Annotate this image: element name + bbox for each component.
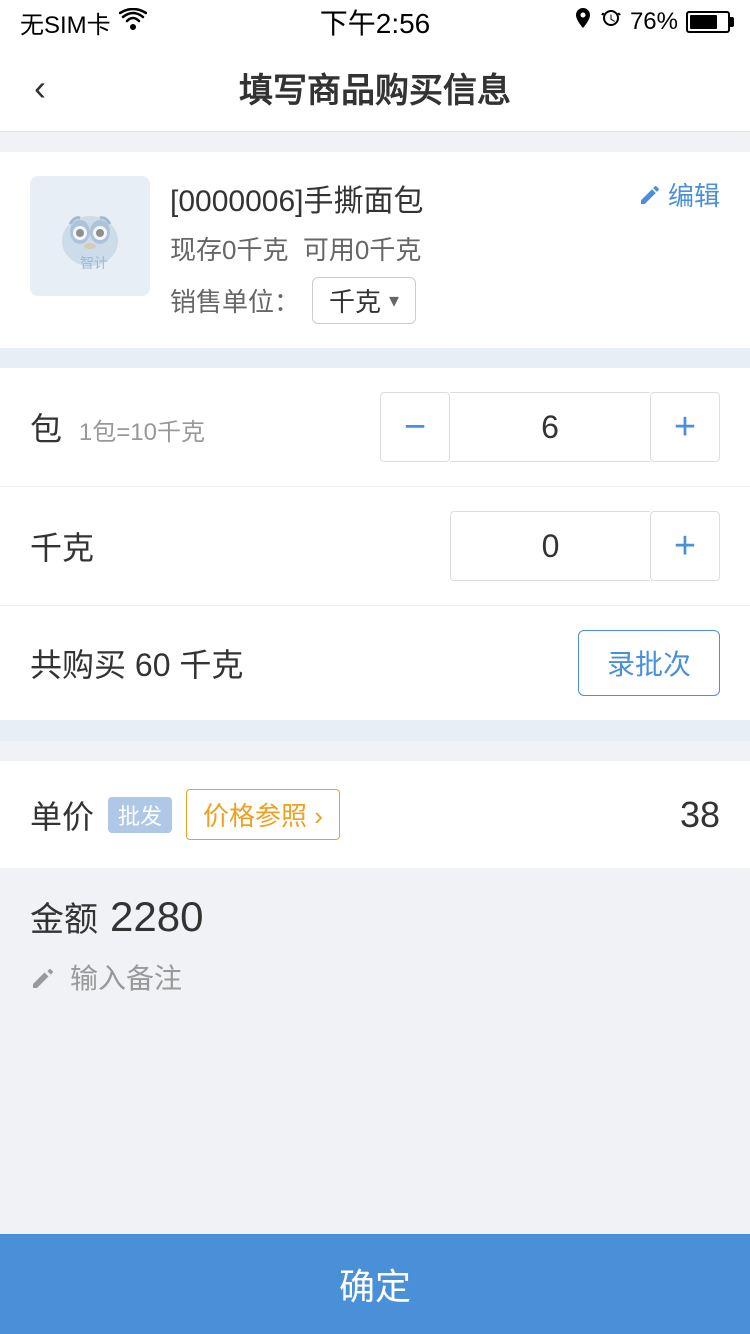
carrier-text: 无SIM卡: [20, 5, 111, 40]
batch-tag: 批发: [108, 797, 172, 833]
price-value: 38: [680, 794, 720, 836]
bag-decrease-button[interactable]: −: [380, 392, 450, 462]
chevron-down-icon: ▾: [389, 288, 399, 313]
product-image: 智计: [30, 176, 150, 296]
status-right: 76%: [574, 8, 730, 37]
bag-label: 包 1包=10千克: [30, 404, 380, 450]
price-ref-button[interactable]: 价格参照 ›: [186, 789, 340, 840]
back-button[interactable]: ‹: [0, 44, 80, 132]
page-title: 填写商品购买信息: [239, 63, 511, 112]
bag-quantity-input[interactable]: [450, 392, 650, 462]
battery-icon: [686, 11, 730, 33]
pencil-icon: [30, 963, 58, 991]
bag-hint: 1包=10千克: [79, 419, 205, 446]
nav-bar: ‹ 填写商品购买信息: [0, 44, 750, 132]
section-divider-2: [0, 721, 750, 741]
kg-quantity-controls: +: [450, 511, 720, 581]
svg-text:智计: 智计: [80, 256, 108, 272]
kg-label: 千克: [30, 523, 450, 569]
amount-section: 金额 2280 输入备注: [0, 868, 750, 1021]
status-time: 下午2:56: [320, 2, 431, 42]
wifi-icon: [119, 8, 147, 37]
batch-button[interactable]: 录批次: [578, 630, 720, 696]
product-unit-row: 销售单位： 千克 ▾: [170, 277, 720, 324]
status-bar: 无SIM卡 下午2:56 76%: [0, 0, 750, 44]
battery-percent: 76%: [630, 8, 678, 36]
bag-increase-button[interactable]: +: [650, 392, 720, 462]
quantity-section: 包 1包=10千克 − + 千克 + 共购买 60 千克 录批次: [0, 368, 750, 721]
status-left: 无SIM卡: [20, 5, 147, 40]
section-divider-1: [0, 348, 750, 368]
price-label-row: 单价 批发 价格参照 ›: [30, 789, 340, 840]
unit-label: 销售单位：: [170, 282, 300, 319]
remark-row[interactable]: 输入备注: [30, 957, 720, 997]
confirm-button[interactable]: 确定: [0, 1234, 750, 1334]
alarm-icon: [600, 8, 622, 37]
summary-row: 共购买 60 千克 录批次: [0, 606, 750, 721]
amount-label: 金额: [30, 892, 98, 941]
remark-placeholder: 输入备注: [70, 957, 182, 997]
price-label: 单价: [30, 792, 94, 838]
kg-quantity-input[interactable]: [450, 511, 650, 581]
bag-quantity-controls: − +: [380, 392, 720, 462]
price-section: 单价 批发 价格参照 › 38: [0, 761, 750, 868]
amount-row: 金额 2280: [30, 892, 720, 941]
product-stock: 现存0千克 可用0千克: [170, 230, 720, 267]
kg-quantity-row: 千克 +: [0, 487, 750, 606]
unit-selector[interactable]: 千克 ▾: [312, 277, 416, 324]
kg-increase-button[interactable]: +: [650, 511, 720, 581]
summary-text: 共购买 60 千克: [30, 640, 243, 686]
product-card: 智计 [0000006]手撕面包 现存0千克 可用0千克 销售单位： 千克 ▾ …: [0, 152, 750, 348]
edit-button[interactable]: 编辑: [638, 176, 720, 213]
amount-value: 2280: [110, 893, 203, 941]
bag-quantity-row: 包 1包=10千克 − +: [0, 368, 750, 487]
location-icon: [574, 8, 592, 37]
